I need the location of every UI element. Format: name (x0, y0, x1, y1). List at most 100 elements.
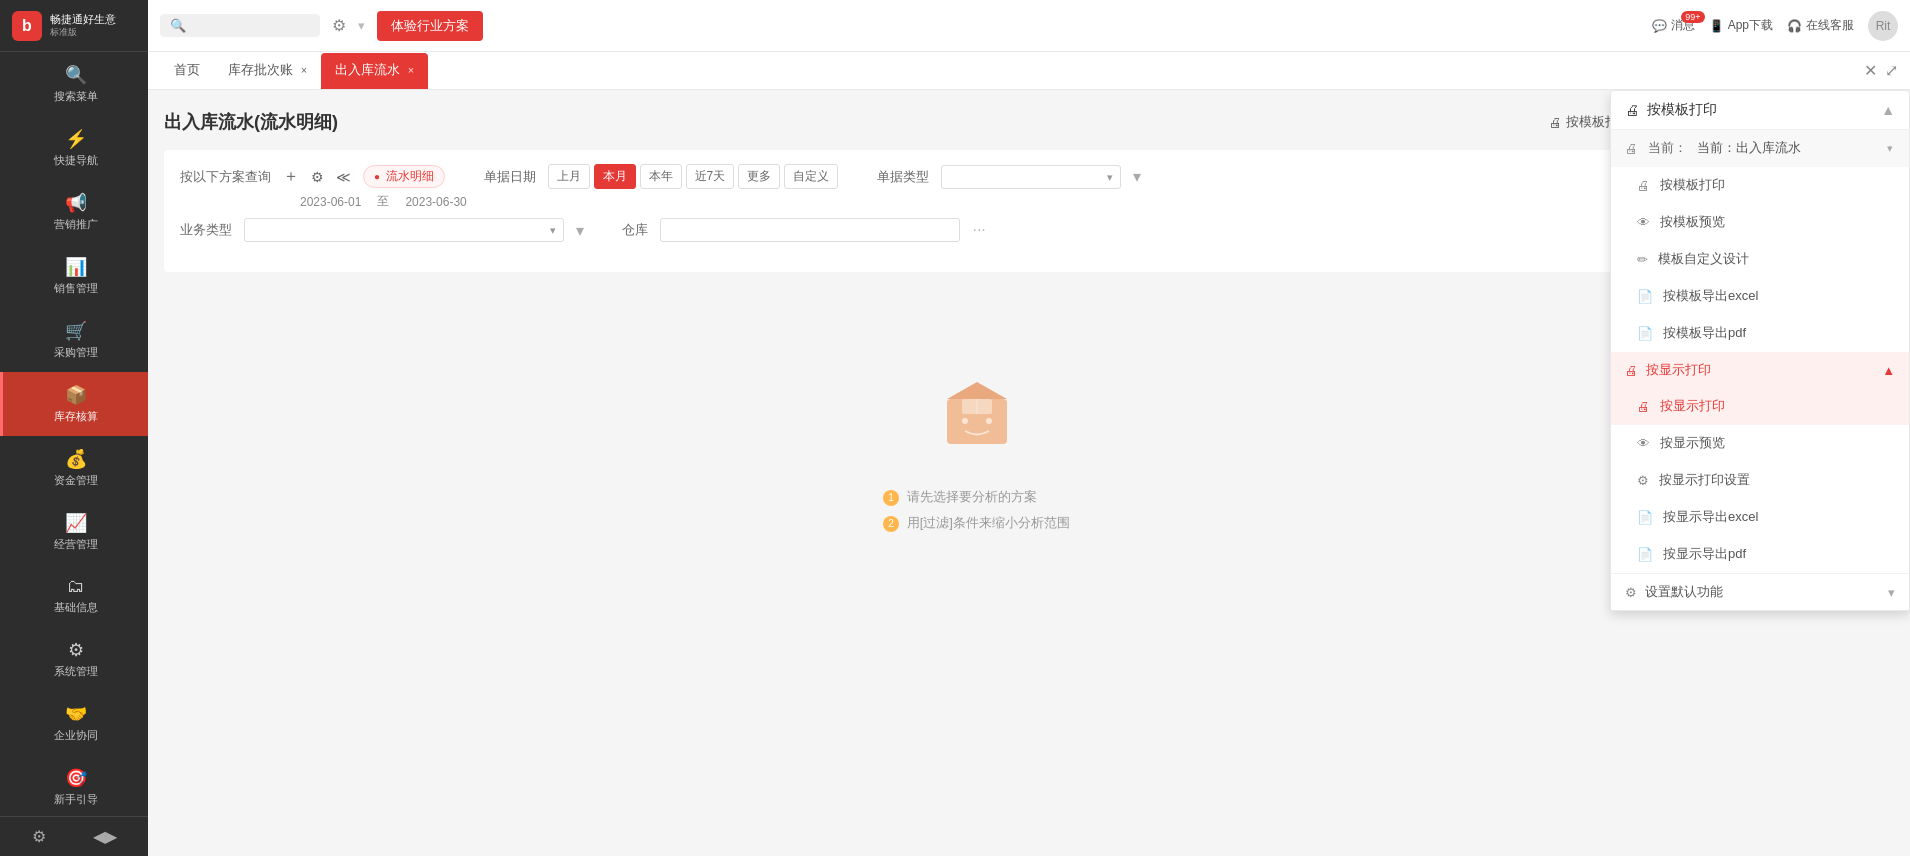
collapse-icon[interactable]: ◀▶ (93, 827, 117, 846)
empty-state: 1 请先选择要分析的方案 2 用[过滤]条件来缩小分析范围 (164, 284, 1789, 616)
folder-icon: 🗂 (67, 576, 85, 597)
topbar-search-icon: 🔍 (170, 18, 186, 33)
printer-header-icon: 🖨 (1625, 102, 1639, 118)
avatar[interactable]: Rit (1868, 11, 1898, 41)
empty-text: 1 请先选择要分析的方案 2 用[过滤]条件来缩小分析范围 (883, 484, 1070, 536)
sidebar-item-sales[interactable]: 📊 销售管理 (0, 244, 148, 308)
tab-batch[interactable]: 库存批次账 × (214, 53, 321, 89)
search-icon: 🔍 (65, 64, 87, 86)
current-template-value: 当前：出入库流水 (1697, 139, 1801, 157)
sidebar-item-finance[interactable]: 💰 资金管理 (0, 436, 148, 500)
topbar: 🔍 ⚙ ▾ 体验行业方案 💬 消息 99+ 📱 App下载 🎧 在线客服 Rit (148, 0, 1910, 52)
tpl-print-icon: 🖨 (1637, 178, 1650, 193)
disp-print-icon: 🖨 (1637, 399, 1650, 414)
tabbar: 首页 库存批次账 × 出入库流水 × ✕ ⤢ (148, 52, 1910, 90)
dropdown-display-preview[interactable]: 👁 按显示预览 (1611, 425, 1909, 462)
display-section-chevron: ▲ (1882, 363, 1895, 378)
expand-button[interactable]: ⤢ (1885, 61, 1898, 80)
online-service-button[interactable]: 🎧 在线客服 (1787, 17, 1854, 34)
dropdown-template-export-excel[interactable]: 📄 按模板导出excel (1611, 278, 1909, 315)
current-template-label: 当前： (1648, 139, 1687, 157)
dropdown-template-print[interactable]: 🖨 按模板打印 (1611, 167, 1909, 204)
step1-num: 1 (883, 490, 899, 506)
app-download-button[interactable]: 📱 App下载 (1709, 17, 1773, 34)
dropdown-default-func[interactable]: ⚙ 设置默认功能 ▾ (1611, 573, 1909, 610)
date-separator: 至 (377, 193, 389, 210)
warehouse-more-icon[interactable]: ··· (972, 221, 985, 239)
tab-home[interactable]: 首页 (160, 53, 214, 89)
logo-icon: b (12, 11, 42, 41)
close-panel-button[interactable]: ✕ (1864, 61, 1877, 80)
sidebar-item-search[interactable]: 🔍 搜索菜单 (0, 52, 148, 116)
page-title: 出入库流水(流水明细) (164, 110, 338, 134)
message-button[interactable]: 💬 消息 99+ (1652, 17, 1695, 34)
dropdown-display-export-excel[interactable]: 📄 按显示导出excel (1611, 499, 1909, 536)
voucher-type-more-button[interactable]: ▾ (1133, 167, 1141, 186)
dropdown-template-export-pdf[interactable]: 📄 按模板导出pdf (1611, 315, 1909, 352)
business-type-label: 业务类型 (180, 221, 232, 239)
page-content: 出入库流水(流水明细) 🖨 按模板打印 ▲ ··· ↑ 导出 ↺ 刷新 查询 设… (148, 90, 1910, 856)
date-btn-this-month[interactable]: 本月 (594, 164, 636, 189)
sidebar-item-operation[interactable]: 📈 经营管理 (0, 500, 148, 564)
dropdown-template-custom[interactable]: ✏ 模板自定义设计 (1611, 241, 1909, 278)
topbar-search-input[interactable] (190, 19, 310, 33)
business-type-select[interactable] (244, 218, 564, 242)
sidebar-item-inventory[interactable]: 📦 库存核算 (0, 372, 148, 436)
lightning-icon: ⚡ (65, 128, 87, 150)
gear-icon: ⚙ (68, 639, 84, 661)
topbar-gear-icon[interactable]: ⚙ (332, 16, 346, 35)
tpl-pdf-icon: 📄 (1637, 326, 1653, 341)
dropdown-header-actions: ▲ (1881, 102, 1895, 118)
filter-collapse-icon[interactable]: ≪ (336, 169, 351, 185)
sidebar-item-shortcut[interactable]: ⚡ 快捷导航 (0, 116, 148, 180)
tab-batch-close[interactable]: × (301, 64, 307, 76)
date-label: 单据日期 (484, 168, 536, 186)
svg-point-4 (962, 418, 968, 424)
topbar-search-box[interactable]: 🔍 (160, 14, 320, 37)
tpl-excel-icon: 📄 (1637, 289, 1653, 304)
dropdown-display-print-settings[interactable]: ⚙ 按显示打印设置 (1611, 462, 1909, 499)
empty-illustration (927, 364, 1027, 464)
target-icon: 🎯 (65, 767, 87, 789)
sidebar-item-marketing[interactable]: 📢 营销推广 (0, 180, 148, 244)
tab-flow-close[interactable]: × (408, 64, 414, 76)
date-from: 2023-06-01 (300, 195, 361, 209)
main-area: 🔍 ⚙ ▾ 体验行业方案 💬 消息 99+ 📱 App下载 🎧 在线客服 Rit… (148, 0, 1910, 856)
dropdown-title: 按模板打印 (1647, 101, 1717, 119)
date-btn-last-month[interactable]: 上月 (548, 164, 590, 189)
business-type-chevron[interactable]: ▾ (576, 221, 584, 240)
dropdown-current[interactable]: 🖨 当前： 当前：出入库流水 ▾ (1611, 130, 1909, 167)
dropdown-template-preview[interactable]: 👁 按模板预览 (1611, 204, 1909, 241)
topbar-right: 💬 消息 99+ 📱 App下载 🎧 在线客服 Rit (1652, 11, 1898, 41)
dropdown-display-export-pdf[interactable]: 📄 按显示导出pdf (1611, 536, 1909, 573)
date-btn-this-year[interactable]: 本年 (640, 164, 682, 189)
sidebar-item-collab[interactable]: 🤝 企业协同 (0, 691, 148, 755)
business-type-select-wrapper (244, 218, 564, 242)
megaphone-icon: 📢 (65, 192, 87, 214)
industry-solution-button[interactable]: 体验行业方案 (377, 11, 483, 41)
tab-flow[interactable]: 出入库流水 × (321, 53, 428, 89)
cart-icon: 🛒 (65, 320, 87, 342)
sidebar-item-purchase[interactable]: 🛒 采购管理 (0, 308, 148, 372)
sidebar-item-basic[interactable]: 🗂 基础信息 (0, 564, 148, 627)
dropdown-display-print[interactable]: 🖨 按显示打印 (1611, 388, 1909, 425)
sidebar-item-system[interactable]: ⚙ 系统管理 (0, 627, 148, 691)
filter-settings-icon[interactable]: ⚙ (311, 169, 324, 185)
dropdown-display-print-header[interactable]: 🖨 按显示打印 ▲ (1611, 352, 1909, 388)
disp-preview-icon: 👁 (1637, 436, 1650, 451)
current-template-icon: 🖨 (1625, 141, 1638, 156)
dropdown-collapse-btn[interactable]: ▲ (1881, 102, 1895, 118)
warehouse-input[interactable] (660, 218, 960, 242)
voucher-type-select-wrapper (941, 165, 1121, 189)
date-btn-more[interactable]: 更多 (738, 164, 780, 189)
voucher-type-select[interactable] (941, 165, 1121, 189)
date-btn-custom[interactable]: 自定义 (784, 164, 838, 189)
sidebar-item-newbie[interactable]: 🎯 新手引导 (0, 755, 148, 816)
filter-tag[interactable]: ● 流水明细 (363, 165, 445, 188)
date-btn-7days[interactable]: 近7天 (686, 164, 735, 189)
settings-bottom-icon[interactable]: ⚙ (32, 827, 46, 846)
sidebar-logo: b 畅捷通好生意 标准版 (0, 0, 148, 52)
display-print-section-icon: 🖨 (1625, 363, 1638, 378)
dropdown-header: 🖨 按模板打印 ▲ (1611, 91, 1909, 130)
add-filter-button[interactable]: ＋ (283, 166, 299, 187)
